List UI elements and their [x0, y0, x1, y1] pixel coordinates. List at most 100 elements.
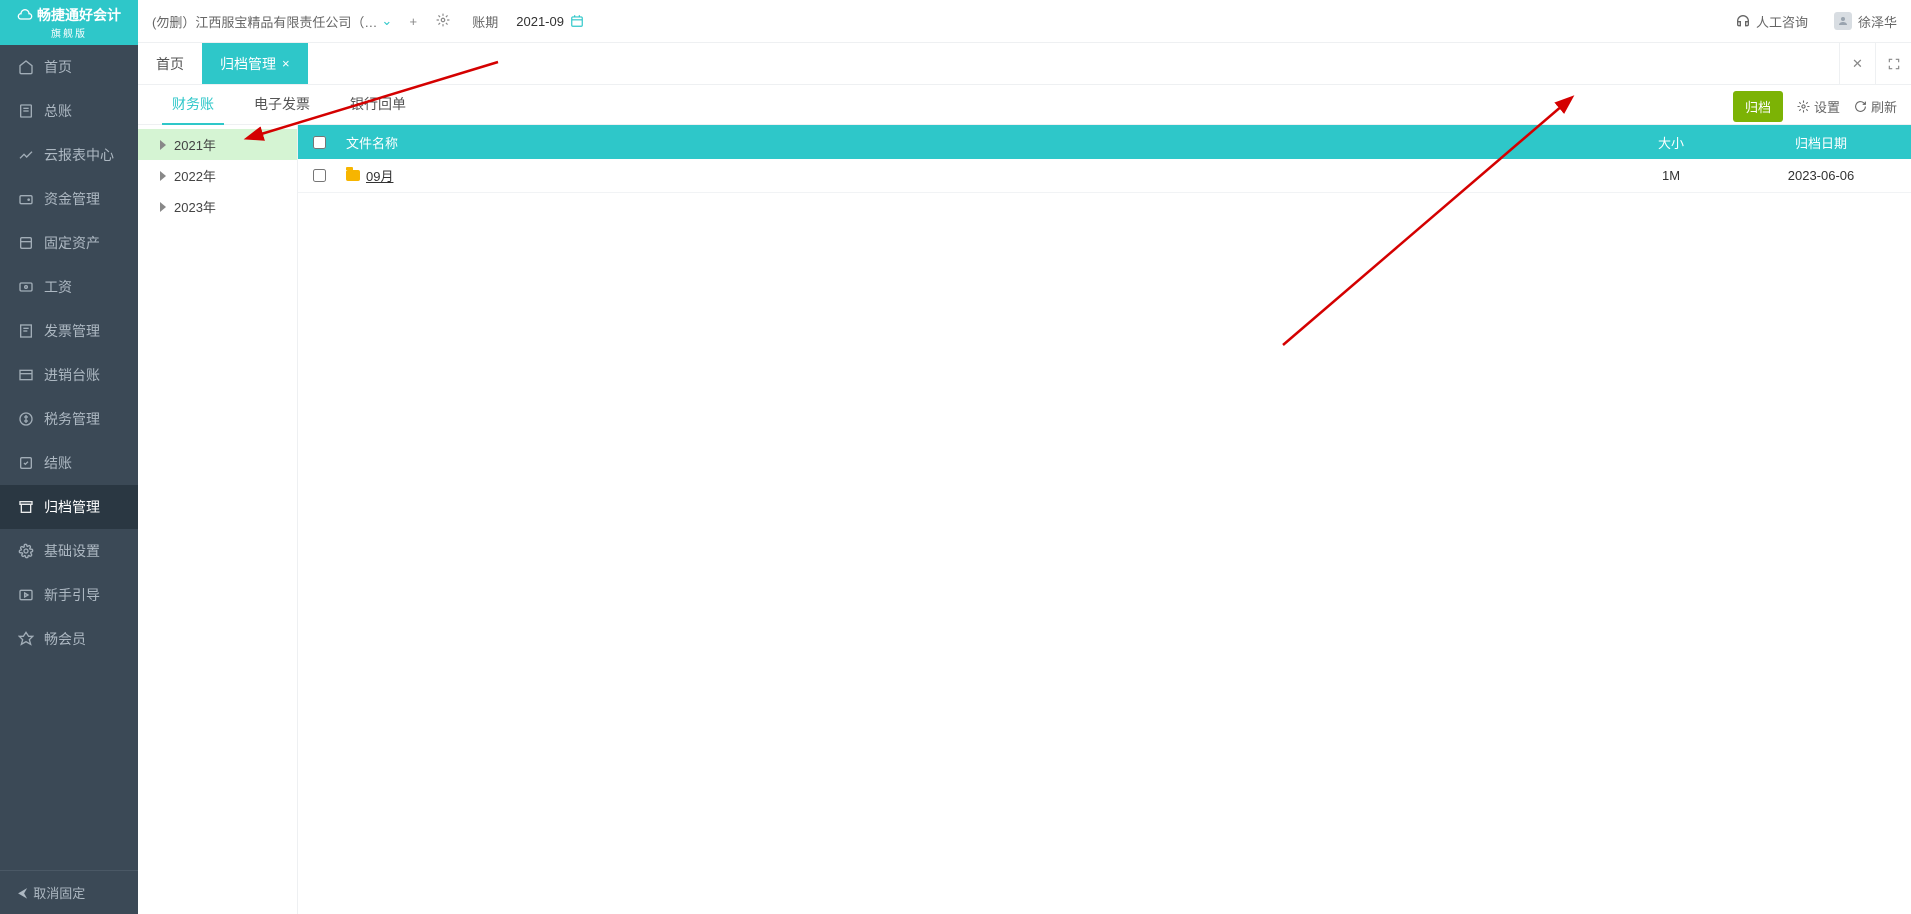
- sidebar-item-label: 总账: [44, 101, 72, 121]
- tab-label: 首页: [156, 54, 184, 74]
- chart-icon: [18, 147, 34, 163]
- inventory-icon: [18, 367, 34, 383]
- tab-label: 归档管理: [220, 54, 276, 74]
- refresh-icon: [1854, 100, 1867, 113]
- asset-icon: [18, 235, 34, 251]
- subtab-label: 银行回单: [350, 96, 406, 112]
- folder-icon: [346, 170, 360, 181]
- sidebar-item-label: 进销台账: [44, 365, 100, 385]
- company-settings-icon[interactable]: [434, 13, 452, 30]
- subtab-einvoice[interactable]: 电子发票: [234, 84, 330, 124]
- row-checkbox[interactable]: [313, 169, 326, 182]
- brand-logo[interactable]: 畅捷通好会计 旗舰版: [0, 0, 138, 45]
- subtab-label: 财务账: [172, 96, 214, 112]
- tab-archive[interactable]: 归档管理 ×: [202, 43, 308, 84]
- ai-consult-label: 人工咨询: [1756, 12, 1808, 31]
- sidebar-item-home[interactable]: 首页: [0, 45, 138, 89]
- caret-icon: [160, 140, 166, 150]
- chevron-down-icon: ⌄: [381, 13, 392, 29]
- cloud-icon: [17, 7, 33, 23]
- period-label: 账期: [472, 12, 498, 31]
- unpin-button[interactable]: ⮜ 取消固定: [0, 870, 138, 914]
- cell-date: 2023-06-06: [1731, 168, 1911, 183]
- archive-button-label: 归档: [1745, 100, 1771, 115]
- tree-item-label: 2022年: [174, 166, 216, 185]
- avatar: [1834, 12, 1852, 30]
- select-all-checkbox[interactable]: [313, 136, 326, 149]
- tree-item-2022[interactable]: 2022年: [138, 160, 297, 191]
- home-icon: [18, 59, 34, 75]
- wallet-icon: [18, 191, 34, 207]
- tab-bar: 首页 归档管理 × ✕: [138, 43, 1911, 85]
- close-book-icon: [18, 455, 34, 471]
- company-name: (勿删）江西服宝精品有限责任公司（…: [152, 12, 377, 31]
- sidebar-item-label: 云报表中心: [44, 145, 114, 165]
- member-icon: [18, 631, 34, 647]
- user-menu[interactable]: 徐泽华: [1834, 12, 1897, 31]
- salary-icon: [18, 279, 34, 295]
- settings-icon: [18, 543, 34, 559]
- sidebar-item-salary[interactable]: 工资: [0, 265, 138, 309]
- sidebar-item-label: 新手引导: [44, 585, 100, 605]
- sidebar-item-guide[interactable]: 新手引导: [0, 573, 138, 617]
- sidebar-item-archive[interactable]: 归档管理: [0, 485, 138, 529]
- subtab-finance[interactable]: 财务账: [152, 84, 234, 124]
- year-tree: 2021年 2022年 2023年: [138, 125, 298, 914]
- close-icon[interactable]: ×: [282, 56, 290, 71]
- refresh-button[interactable]: 刷新: [1854, 97, 1897, 116]
- sidebar-item-inventory[interactable]: 进销台账: [0, 353, 138, 397]
- ai-consult-button[interactable]: 人工咨询: [1735, 12, 1808, 31]
- add-company-icon[interactable]: +: [404, 14, 422, 29]
- sub-tab-bar: 财务账 电子发票 银行回单 归档 设置 刷新: [138, 85, 1911, 125]
- calendar-icon: [570, 14, 584, 28]
- period-value-text: 2021-09: [516, 14, 564, 29]
- sidebar-item-label: 基础设置: [44, 541, 100, 561]
- sidebar-item-reports[interactable]: 云报表中心: [0, 133, 138, 177]
- ledger-icon: [18, 103, 34, 119]
- archive-button[interactable]: 归档: [1733, 91, 1783, 122]
- sidebar-item-ledger[interactable]: 总账: [0, 89, 138, 133]
- sidebar-item-settings[interactable]: 基础设置: [0, 529, 138, 573]
- sidebar-item-closing[interactable]: 结账: [0, 441, 138, 485]
- sidebar-item-label: 资金管理: [44, 189, 100, 209]
- arrow-left-icon: ⮜: [18, 885, 27, 901]
- sidebar-item-label: 工资: [44, 277, 72, 297]
- sidebar-item-label: 税务管理: [44, 409, 100, 429]
- guide-icon: [18, 587, 34, 603]
- topbar: (勿删）江西服宝精品有限责任公司（… ⌄ + 账期 2021-09 人工咨询 徐…: [138, 0, 1911, 43]
- sidebar-item-funds[interactable]: 资金管理: [0, 177, 138, 221]
- unpin-label: 取消固定: [33, 883, 85, 902]
- fullscreen-button[interactable]: [1875, 43, 1911, 85]
- sidebar-item-tax[interactable]: 税务管理: [0, 397, 138, 441]
- folder-link[interactable]: 09月: [366, 169, 393, 184]
- subtab-bankslip[interactable]: 银行回单: [330, 84, 426, 124]
- header-name: 文件名称: [340, 133, 1611, 152]
- header-date: 归档日期: [1731, 133, 1911, 152]
- headset-icon: [1735, 13, 1751, 29]
- sidebar-item-label: 固定资产: [44, 233, 100, 253]
- sidebar-item-label: 结账: [44, 453, 72, 473]
- brand-edition: 旗舰版: [51, 25, 87, 40]
- sidebar-item-assets[interactable]: 固定资产: [0, 221, 138, 265]
- tab-home[interactable]: 首页: [138, 43, 202, 84]
- close-all-tabs-button[interactable]: ✕: [1839, 43, 1875, 85]
- tree-item-2021[interactable]: 2021年: [138, 129, 297, 160]
- caret-icon: [160, 171, 166, 181]
- sidebar-item-label: 畅会员: [44, 629, 86, 649]
- archive-icon: [18, 499, 34, 515]
- brand-name: 畅捷通好会计: [37, 5, 121, 25]
- table-header: 文件名称 大小 归档日期: [298, 125, 1911, 159]
- sidebar-item-member[interactable]: 畅会员: [0, 617, 138, 661]
- table-row: 09月 1M 2023-06-06: [298, 159, 1911, 193]
- settings-button[interactable]: 设置: [1797, 97, 1840, 116]
- caret-icon: [160, 202, 166, 212]
- sidebar-item-invoice[interactable]: 发票管理: [0, 309, 138, 353]
- invoice-icon: [18, 323, 34, 339]
- tree-item-2023[interactable]: 2023年: [138, 191, 297, 222]
- sidebar-item-label: 归档管理: [44, 497, 100, 517]
- refresh-button-label: 刷新: [1871, 97, 1897, 116]
- company-selector[interactable]: (勿删）江西服宝精品有限责任公司（… ⌄: [152, 12, 392, 31]
- settings-button-label: 设置: [1814, 97, 1840, 116]
- period-selector[interactable]: 2021-09: [516, 14, 584, 29]
- tree-item-label: 2023年: [174, 197, 216, 216]
